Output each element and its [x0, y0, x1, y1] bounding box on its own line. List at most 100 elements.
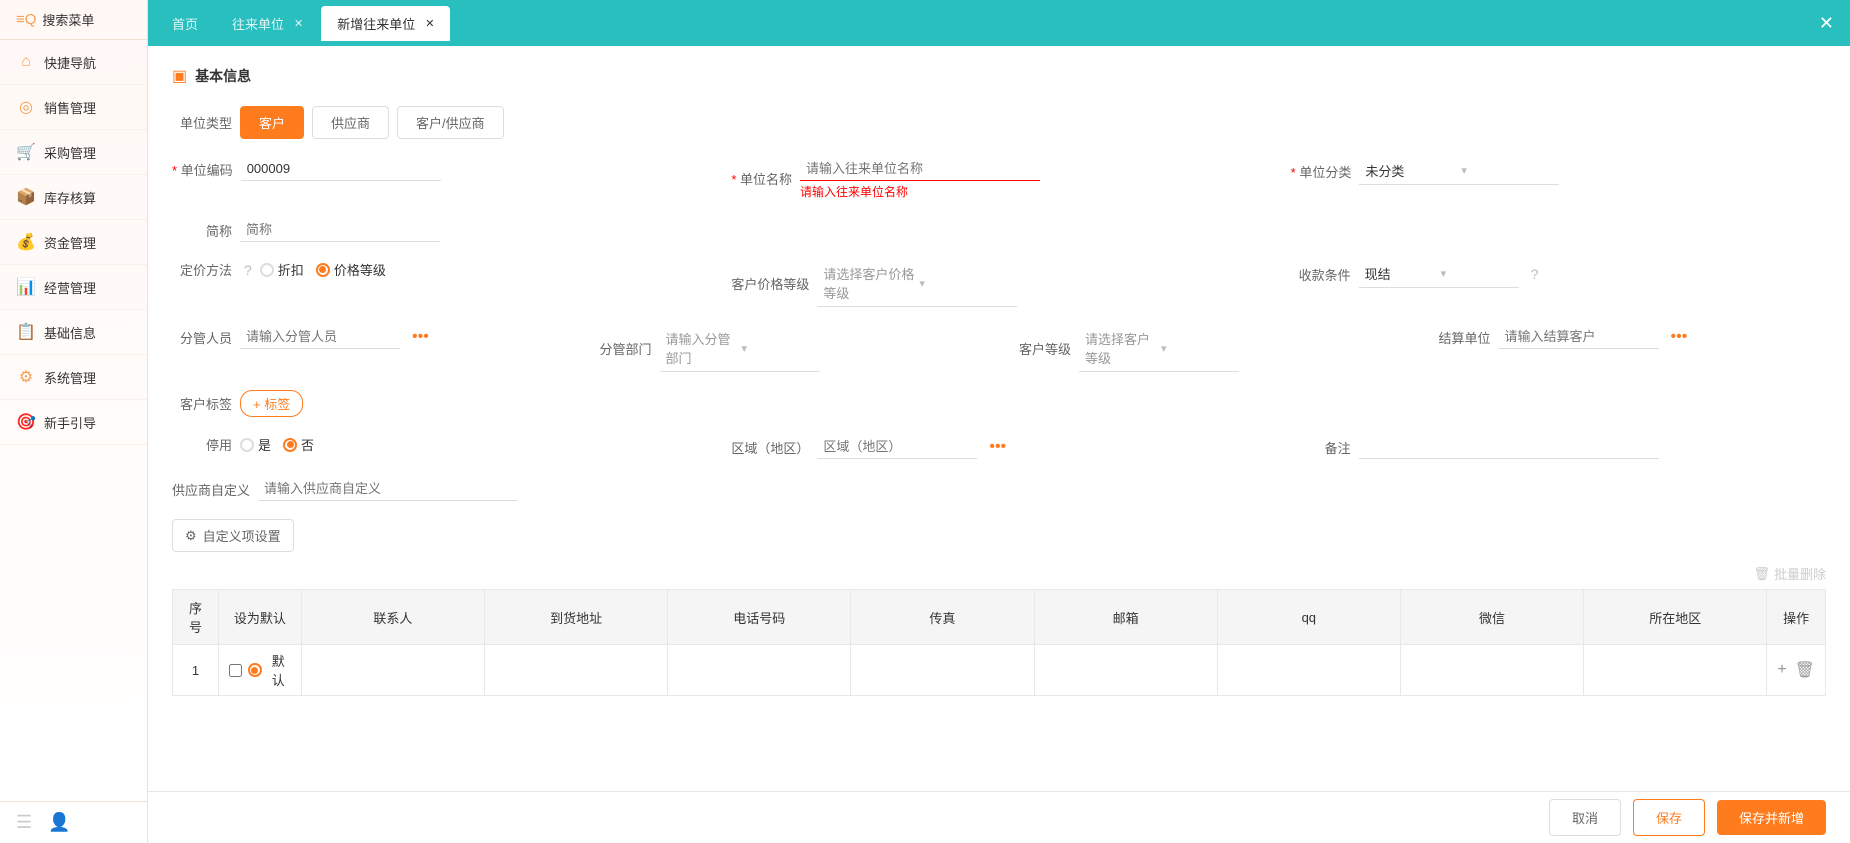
- save-new-button[interactable]: 保存并新增: [1717, 800, 1826, 835]
- sales-icon: ◎: [16, 97, 36, 117]
- btn-customer[interactable]: 客户: [240, 106, 304, 139]
- unit-code-input[interactable]: [241, 157, 441, 181]
- col-region: 所在地区: [1584, 590, 1767, 645]
- tab-new-trading-unit[interactable]: 新增往来单位 ✕: [321, 6, 450, 41]
- manager-input[interactable]: [240, 325, 400, 349]
- region-table-input[interactable]: [1594, 663, 1756, 678]
- department-select[interactable]: 请输入分管部门 ▾: [660, 325, 820, 372]
- default-checkbox[interactable]: [229, 664, 242, 677]
- manager-more-icon[interactable]: •••: [408, 328, 433, 346]
- radio-price-level[interactable]: 价格等级: [316, 260, 386, 279]
- sidebar-item-purchase[interactable]: 🛒 采购管理: [0, 130, 147, 175]
- tab-home[interactable]: 首页: [156, 6, 214, 41]
- tab-bar: 首页 往来单位 ✕ 新增往来单位 ✕ ✕: [148, 0, 1850, 46]
- settlement-more-icon[interactable]: •••: [1667, 328, 1692, 346]
- save-button[interactable]: 保存: [1633, 799, 1705, 836]
- sidebar-item-basic[interactable]: 📋 基础信息: [0, 310, 147, 355]
- fax-input[interactable]: [861, 663, 1023, 678]
- payment-hint-icon[interactable]: ?: [1531, 266, 1539, 282]
- pricing-label: 定价方法: [172, 260, 232, 279]
- customer-tag-label: 客户标签: [172, 394, 232, 413]
- payment-terms-arrow: ▾: [1441, 267, 1513, 280]
- short-name-input[interactable]: [240, 218, 440, 242]
- radio-discount[interactable]: 折扣: [260, 260, 304, 279]
- radio-default[interactable]: 默认: [248, 651, 291, 689]
- cell-wechat[interactable]: [1400, 645, 1583, 696]
- row-delete-icon[interactable]: 🗑: [1795, 660, 1815, 680]
- close-new-trading-unit-icon[interactable]: ✕: [425, 17, 434, 30]
- unit-category-select[interactable]: 未分类 ▾: [1359, 157, 1559, 185]
- unit-name-input[interactable]: [800, 157, 1040, 181]
- phone-input[interactable]: [678, 663, 840, 678]
- email-input[interactable]: [1045, 663, 1207, 678]
- custom-settings-button[interactable]: ⚙ 自定义项设置: [172, 519, 294, 552]
- col-fax: 传真: [851, 590, 1034, 645]
- close-trading-units-icon[interactable]: ✕: [294, 17, 303, 30]
- pricing-group: 定价方法 ? 折扣 价格等级: [172, 260, 707, 279]
- cell-contact[interactable]: [301, 645, 484, 696]
- cell-region[interactable]: [1584, 645, 1767, 696]
- sidebar-item-operations[interactable]: 📊 经营管理: [0, 265, 147, 310]
- sidebar-item-quick-nav[interactable]: ⌂ 快捷导航: [0, 40, 147, 85]
- region-input[interactable]: [817, 435, 977, 459]
- sidebar-item-guide[interactable]: 🎯 新手引导: [0, 400, 147, 445]
- section-icon: ▣: [172, 66, 187, 86]
- qq-input[interactable]: [1228, 663, 1390, 678]
- inventory-icon: 📦: [16, 187, 36, 207]
- finance-icon: 💰: [16, 232, 36, 252]
- settlement-unit-input[interactable]: [1499, 325, 1659, 349]
- cancel-button[interactable]: 取消: [1549, 799, 1621, 836]
- cell-seq: 1: [173, 645, 219, 696]
- tag-add-button[interactable]: + 标签: [240, 390, 303, 417]
- btn-both[interactable]: 客户/供应商: [397, 106, 504, 139]
- disabled-group: 停用 是 否: [172, 435, 707, 454]
- tab-bar-close-icon[interactable]: ✕: [1811, 13, 1842, 34]
- sidebar-item-system[interactable]: ⚙ 系统管理: [0, 355, 147, 400]
- pricing-hint-icon[interactable]: ?: [244, 262, 252, 278]
- col-email: 邮箱: [1034, 590, 1217, 645]
- address-input[interactable]: [495, 663, 657, 678]
- cell-qq[interactable]: [1217, 645, 1400, 696]
- radio-yes[interactable]: 是: [240, 435, 271, 454]
- payment-terms-select[interactable]: 现结 ▾: [1359, 260, 1519, 288]
- unit-type-buttons: 客户 供应商 客户/供应商: [240, 106, 504, 139]
- supplier-custom-group: 供应商自定义: [172, 477, 1826, 501]
- tab-trading-units[interactable]: 往来单位 ✕: [216, 6, 319, 41]
- batch-delete-button[interactable]: 🗑 批量删除: [1753, 564, 1826, 583]
- remark-input[interactable]: [1359, 435, 1659, 459]
- customer-level-select[interactable]: 请选择客户等级 ▾: [1079, 325, 1239, 372]
- contacts-table: 序号 设为默认 联系人 到货地址 电话号码 传真 邮箱 qq 微信 所在地区 操…: [172, 589, 1826, 696]
- cell-fax[interactable]: [851, 645, 1034, 696]
- region-more-icon[interactable]: •••: [985, 438, 1010, 456]
- search-icon: ≡Q: [16, 11, 36, 28]
- sidebar-collapse-icon[interactable]: ☰: [16, 812, 32, 833]
- supplier-custom-input[interactable]: [258, 477, 518, 501]
- radio-no-circle: [283, 438, 297, 452]
- sidebar-user-icon[interactable]: 👤: [48, 812, 70, 833]
- sidebar-search[interactable]: ≡Q 搜索菜单: [0, 0, 147, 40]
- customer-price-select[interactable]: 请选择客户价格等级 ▾: [817, 260, 1017, 307]
- cell-address[interactable]: [484, 645, 667, 696]
- delete-icon: 🗑: [1753, 566, 1770, 582]
- bottom-bar: 取消 保存 保存并新增: [148, 791, 1850, 843]
- wechat-input[interactable]: [1411, 663, 1573, 678]
- pricing-row: 定价方法 ? 折扣 价格等级 客户价格等级 请选择客户价格等级: [172, 260, 1826, 307]
- department-group: 分管部门 请输入分管部门 ▾: [592, 325, 988, 372]
- sidebar-item-finance[interactable]: 💰 资金管理: [0, 220, 147, 265]
- customer-price-group: 客户价格等级 请选择客户价格等级 ▾: [731, 260, 1266, 307]
- row-add-icon[interactable]: +: [1777, 661, 1786, 679]
- sidebar-item-sales[interactable]: ◎ 销售管理: [0, 85, 147, 130]
- department-label: 分管部门: [592, 339, 652, 358]
- short-name-label: 简称: [172, 221, 232, 240]
- radio-no[interactable]: 否: [283, 435, 314, 454]
- main-area: 首页 往来单位 ✕ 新增往来单位 ✕ ✕ ▣ 基本信息 单位类型 客户 供应商 …: [148, 0, 1850, 843]
- contact-input[interactable]: [312, 663, 474, 678]
- btn-supplier[interactable]: 供应商: [312, 106, 389, 139]
- batch-delete-row: 🗑 批量删除: [172, 564, 1826, 583]
- cell-phone[interactable]: [668, 645, 851, 696]
- manager-group: 分管人员 •••: [172, 325, 568, 349]
- sidebar: ≡Q 搜索菜单 ⌂ 快捷导航 ◎ 销售管理 🛒 采购管理 📦 库存核算 💰 资金…: [0, 0, 148, 843]
- customer-level-group: 客户等级 请选择客户等级 ▾: [1011, 325, 1407, 372]
- sidebar-item-inventory[interactable]: 📦 库存核算: [0, 175, 147, 220]
- cell-email[interactable]: [1034, 645, 1217, 696]
